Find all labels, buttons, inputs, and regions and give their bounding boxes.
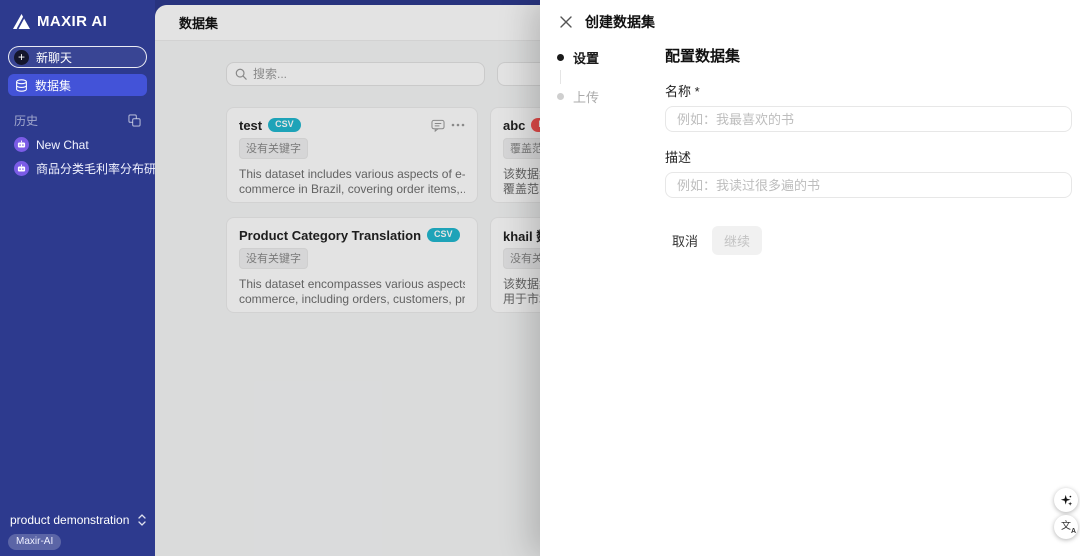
close-icon[interactable]	[560, 16, 572, 28]
bot-icon	[14, 161, 29, 176]
name-field[interactable]	[665, 106, 1072, 132]
step-settings[interactable]: 设置	[557, 48, 599, 67]
brand: MAXIR AI	[0, 0, 155, 36]
sidebar-footer: product demonstration Maxir-AI	[8, 511, 149, 550]
history-item-research[interactable]: 商品分类毛利率分布研究	[0, 156, 155, 181]
step-upload[interactable]: 上传	[557, 87, 599, 106]
name-label: 名称 *	[665, 84, 1072, 100]
drawer-title: 创建数据集	[585, 12, 655, 32]
history-item-label: New Chat	[36, 138, 89, 152]
ai-assistant-fab[interactable]	[1054, 488, 1078, 512]
step-connector	[560, 70, 561, 84]
sidebar-item-datasets[interactable]: 数据集	[8, 74, 147, 96]
database-icon	[15, 79, 28, 92]
step-dot	[557, 54, 564, 61]
description-label: 描述	[665, 150, 1072, 166]
workspace-badge: Maxir-AI	[8, 534, 61, 550]
workspace-name: product demonstration	[10, 513, 129, 527]
translate-icon: 文A	[1061, 522, 1071, 532]
drawer-header: 创建数据集	[540, 0, 1080, 34]
configure-dataset-form: 配置数据集 名称 * 描述 取消 继续	[665, 48, 1072, 255]
wizard-stepper: 设置 上传	[557, 48, 599, 106]
history-item-label: 商品分类毛利率分布研究	[36, 160, 155, 177]
bot-icon	[14, 137, 29, 152]
chevron-updown-icon	[137, 513, 147, 527]
description-field[interactable]	[665, 172, 1072, 198]
plus-icon: +	[14, 50, 29, 65]
cancel-button[interactable]: 取消	[672, 231, 698, 250]
form-heading: 配置数据集	[665, 48, 1072, 66]
app-root: MAXIR AI + 新聊天 数据集 历史 New Chat	[0, 0, 1080, 556]
history-manage-icon[interactable]	[128, 114, 141, 127]
create-dataset-drawer: 创建数据集 设置 上传 配置数据集 名称 * 描述 取消 继续	[540, 0, 1080, 556]
history-item-new-chat[interactable]: New Chat	[0, 133, 155, 156]
datasets-label: 数据集	[35, 77, 71, 94]
history-label: 历史	[14, 112, 38, 129]
new-chat-label: 新聊天	[36, 49, 72, 66]
translate-fab[interactable]: 文A	[1054, 515, 1078, 539]
step-label: 上传	[573, 87, 599, 106]
step-dot	[557, 93, 564, 100]
brand-name: MAXIR AI	[37, 13, 107, 30]
form-footer: 取消 继续	[665, 226, 1072, 255]
sidebar: MAXIR AI + 新聊天 数据集 历史 New Chat	[0, 0, 155, 556]
maxir-logo-icon	[13, 14, 30, 29]
step-label: 设置	[573, 48, 599, 67]
continue-button[interactable]: 继续	[712, 226, 762, 255]
history-header: 历史	[14, 112, 141, 129]
sparkle-icon	[1060, 494, 1073, 507]
new-chat-button[interactable]: + 新聊天	[8, 46, 147, 68]
workspace-selector[interactable]: product demonstration	[8, 511, 149, 529]
